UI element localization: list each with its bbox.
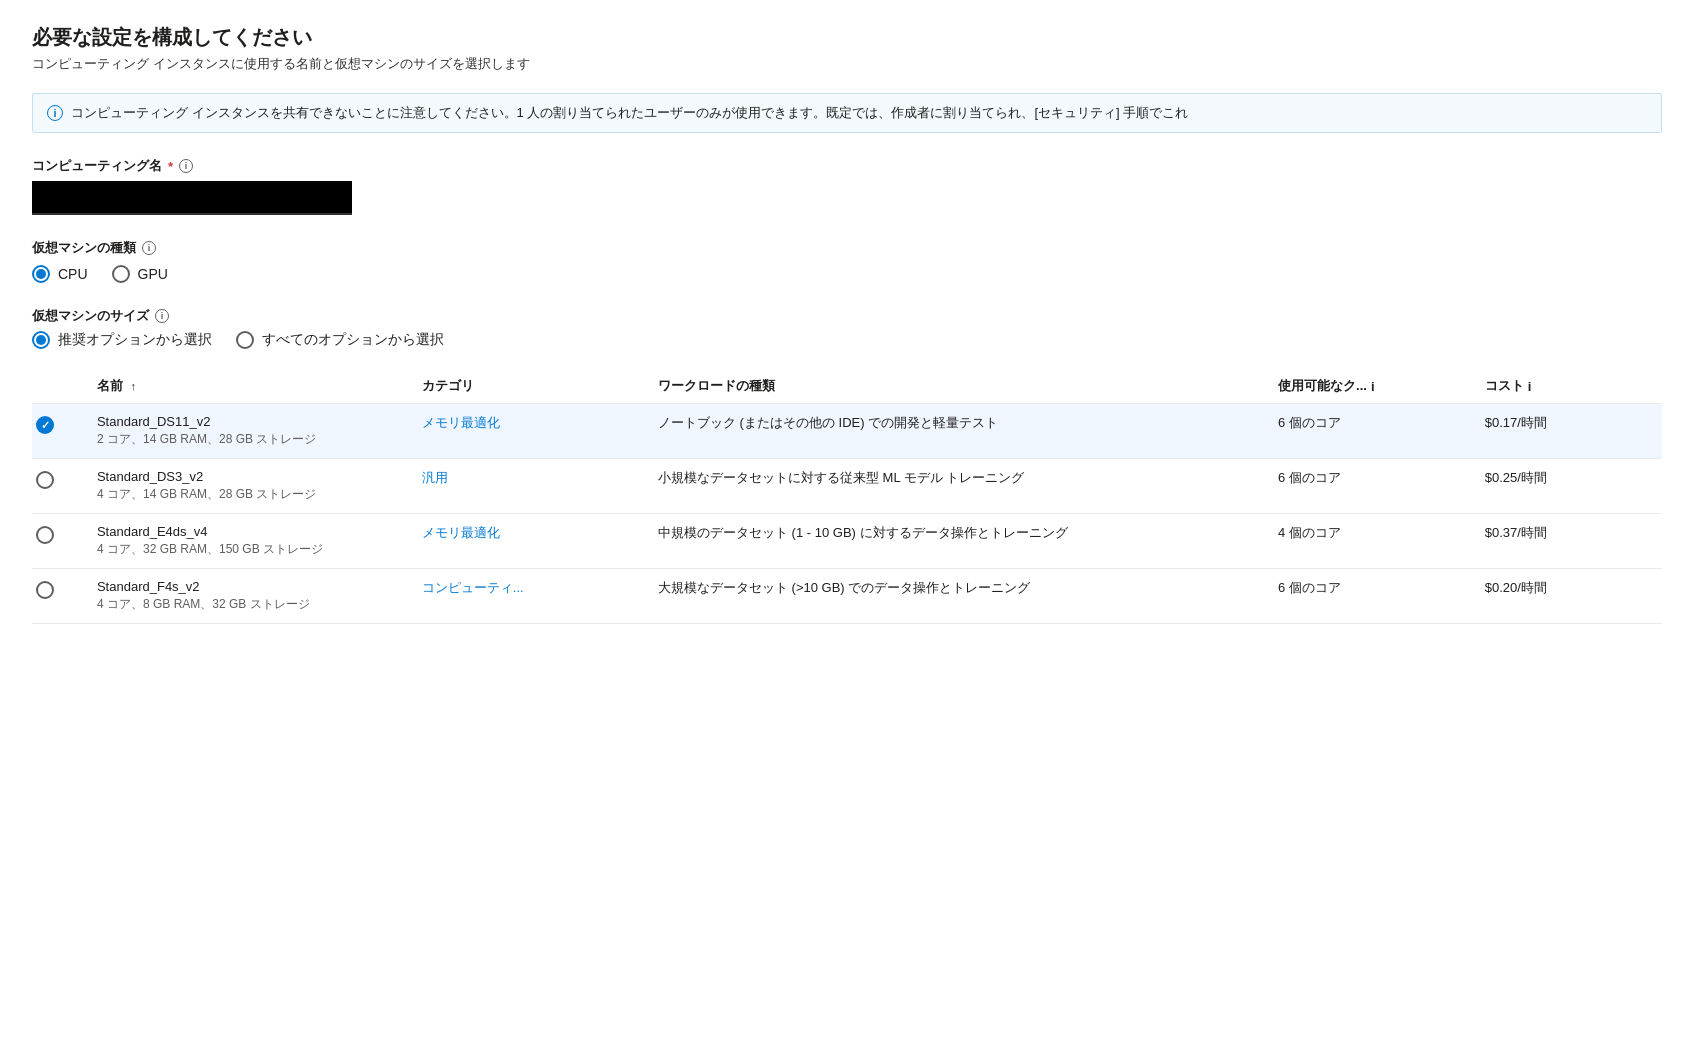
row-workload-cell: 中規模のデータセット (1 - 10 GB) に対するデータ操作とトレーニング (658, 514, 1278, 569)
row-select-cell[interactable] (32, 459, 97, 514)
required-indicator: * (168, 159, 173, 174)
row-cores-cell: 6 個のコア (1278, 404, 1485, 459)
row-select-cell[interactable] (32, 569, 97, 624)
vm-type-section: 仮想マシンの種類 i CPU GPU (32, 239, 1662, 283)
vm-name: Standard_DS11_v2 (97, 414, 410, 429)
row-name-cell: Standard_DS3_v2 4 コア、14 GB RAM、28 GB ストレー… (97, 459, 422, 514)
page-title: 必要な設定を構成してください (32, 24, 1662, 51)
table-row[interactable]: Standard_F4s_v2 4 コア、8 GB RAM、32 GB ストレージ… (32, 569, 1662, 624)
row-cores-cell: 6 個のコア (1278, 459, 1485, 514)
vm-table-body: ✓ Standard_DS11_v2 2 コア、14 GB RAM、28 GB スト… (32, 404, 1662, 624)
row-cost-cell: $0.37/時間 (1485, 514, 1662, 569)
row-category-cell: 汎用 (422, 459, 658, 514)
computing-name-label: コンピューティング名 * i (32, 157, 1662, 175)
row-cost-cell: $0.17/時間 (1485, 404, 1662, 459)
row-name-cell: Standard_DS11_v2 2 コア、14 GB RAM、28 GB ストレ… (97, 404, 422, 459)
vm-name: Standard_E4ds_v4 (97, 524, 410, 539)
row-cores-cell: 6 個のコア (1278, 569, 1485, 624)
all-options-radio[interactable] (236, 331, 254, 349)
th-name[interactable]: 名前 ↑ (97, 369, 422, 404)
vm-type-radio-group: CPU GPU (32, 265, 1662, 283)
vm-size-info-icon[interactable]: i (155, 309, 169, 323)
table-row[interactable]: Standard_DS3_v2 4 コア、14 GB RAM、28 GB ストレー… (32, 459, 1662, 514)
all-options-label: すべてのオプションから選択 (262, 331, 444, 349)
th-category: カテゴリ (422, 369, 658, 404)
all-options-option[interactable]: すべてのオプションから選択 (236, 331, 444, 349)
category-link[interactable]: メモリ最適化 (422, 415, 500, 430)
vm-size-filter-group: 推奨オプションから選択 すべてのオプションから選択 (32, 331, 1662, 349)
table-header-row: 名前 ↑ カテゴリ ワークロードの種類 使用可能なク... i コスト i (32, 369, 1662, 404)
row-category-cell: メモリ最適化 (422, 404, 658, 459)
vm-name: Standard_DS3_v2 (97, 469, 410, 484)
row-workload-cell: 大規模なデータセット (>10 GB) でのデータ操作とトレーニング (658, 569, 1278, 624)
page-subtitle: コンピューティング インスタンスに使用する名前と仮想マシンのサイズを選択します (32, 55, 1662, 73)
vm-type-cpu-option[interactable]: CPU (32, 265, 88, 283)
category-link[interactable]: 汎用 (422, 470, 448, 485)
row-cores-cell: 4 個のコア (1278, 514, 1485, 569)
row-radio-button[interactable] (36, 581, 54, 599)
table-row[interactable]: ✓ Standard_DS11_v2 2 コア、14 GB RAM、28 GB スト… (32, 404, 1662, 459)
row-name-cell: Standard_E4ds_v4 4 コア、32 GB RAM、150 GB スト… (97, 514, 422, 569)
computing-name-info-icon[interactable]: i (179, 159, 193, 173)
row-cost-cell: $0.25/時間 (1485, 459, 1662, 514)
row-workload-cell: ノートブック (またはその他の IDE) での開発と軽量テスト (658, 404, 1278, 459)
info-banner-icon: i (47, 105, 63, 121)
th-cores: 使用可能なク... i (1278, 369, 1485, 404)
row-cost-cell: $0.20/時間 (1485, 569, 1662, 624)
selected-check-icon: ✓ (36, 416, 54, 434)
vm-type-gpu-option[interactable]: GPU (112, 265, 168, 283)
row-radio-button[interactable] (36, 526, 54, 544)
row-select-cell[interactable]: ✓ (32, 404, 97, 459)
vm-size-section: 仮想マシンのサイズ i 推奨オプションから選択 すべてのオプションから選択 名前… (32, 307, 1662, 624)
computing-name-input[interactable] (32, 181, 352, 215)
row-name-cell: Standard_F4s_v2 4 コア、8 GB RAM、32 GB ストレージ (97, 569, 422, 624)
table-row[interactable]: Standard_E4ds_v4 4 コア、32 GB RAM、150 GB スト… (32, 514, 1662, 569)
vm-size-label: 仮想マシンのサイズ i (32, 307, 1662, 325)
recommended-radio[interactable] (32, 331, 50, 349)
row-category-cell: コンピューティ... (422, 569, 658, 624)
vm-name: Standard_F4s_v2 (97, 579, 410, 594)
th-select (32, 369, 97, 404)
th-cost: コスト i (1485, 369, 1662, 404)
vm-specs: 2 コア、14 GB RAM、28 GB ストレージ (97, 431, 410, 448)
cpu-radio-button[interactable] (32, 265, 50, 283)
cpu-label: CPU (58, 266, 88, 282)
gpu-radio-button[interactable] (112, 265, 130, 283)
row-category-cell: メモリ最適化 (422, 514, 658, 569)
vm-specs: 4 コア、14 GB RAM、28 GB ストレージ (97, 486, 410, 503)
th-workload: ワークロードの種類 (658, 369, 1278, 404)
row-radio-button[interactable] (36, 471, 54, 489)
computing-name-section: コンピューティング名 * i (32, 157, 1662, 215)
vm-specs: 4 コア、32 GB RAM、150 GB ストレージ (97, 541, 410, 558)
gpu-label: GPU (138, 266, 168, 282)
cores-info-icon[interactable]: i (1371, 379, 1375, 394)
vm-type-label: 仮想マシンの種類 i (32, 239, 1662, 257)
recommended-option[interactable]: 推奨オプションから選択 (32, 331, 212, 349)
cost-info-icon[interactable]: i (1528, 379, 1532, 394)
recommended-label: 推奨オプションから選択 (58, 331, 212, 349)
info-banner: i コンピューティング インスタンスを共有できないことに注意してください。1 人… (32, 93, 1662, 133)
row-select-cell[interactable] (32, 514, 97, 569)
category-link[interactable]: メモリ最適化 (422, 525, 500, 540)
vm-type-info-icon[interactable]: i (142, 241, 156, 255)
vm-size-table: 名前 ↑ カテゴリ ワークロードの種類 使用可能なク... i コスト i (32, 369, 1662, 624)
sort-arrow-name: ↑ (131, 380, 137, 392)
row-workload-cell: 小規模なデータセットに対する従来型 ML モデル トレーニング (658, 459, 1278, 514)
category-link[interactable]: コンピューティ... (422, 580, 524, 595)
vm-specs: 4 コア、8 GB RAM、32 GB ストレージ (97, 596, 410, 613)
info-banner-text: コンピューティング インスタンスを共有できないことに注意してください。1 人の割… (71, 104, 1188, 122)
